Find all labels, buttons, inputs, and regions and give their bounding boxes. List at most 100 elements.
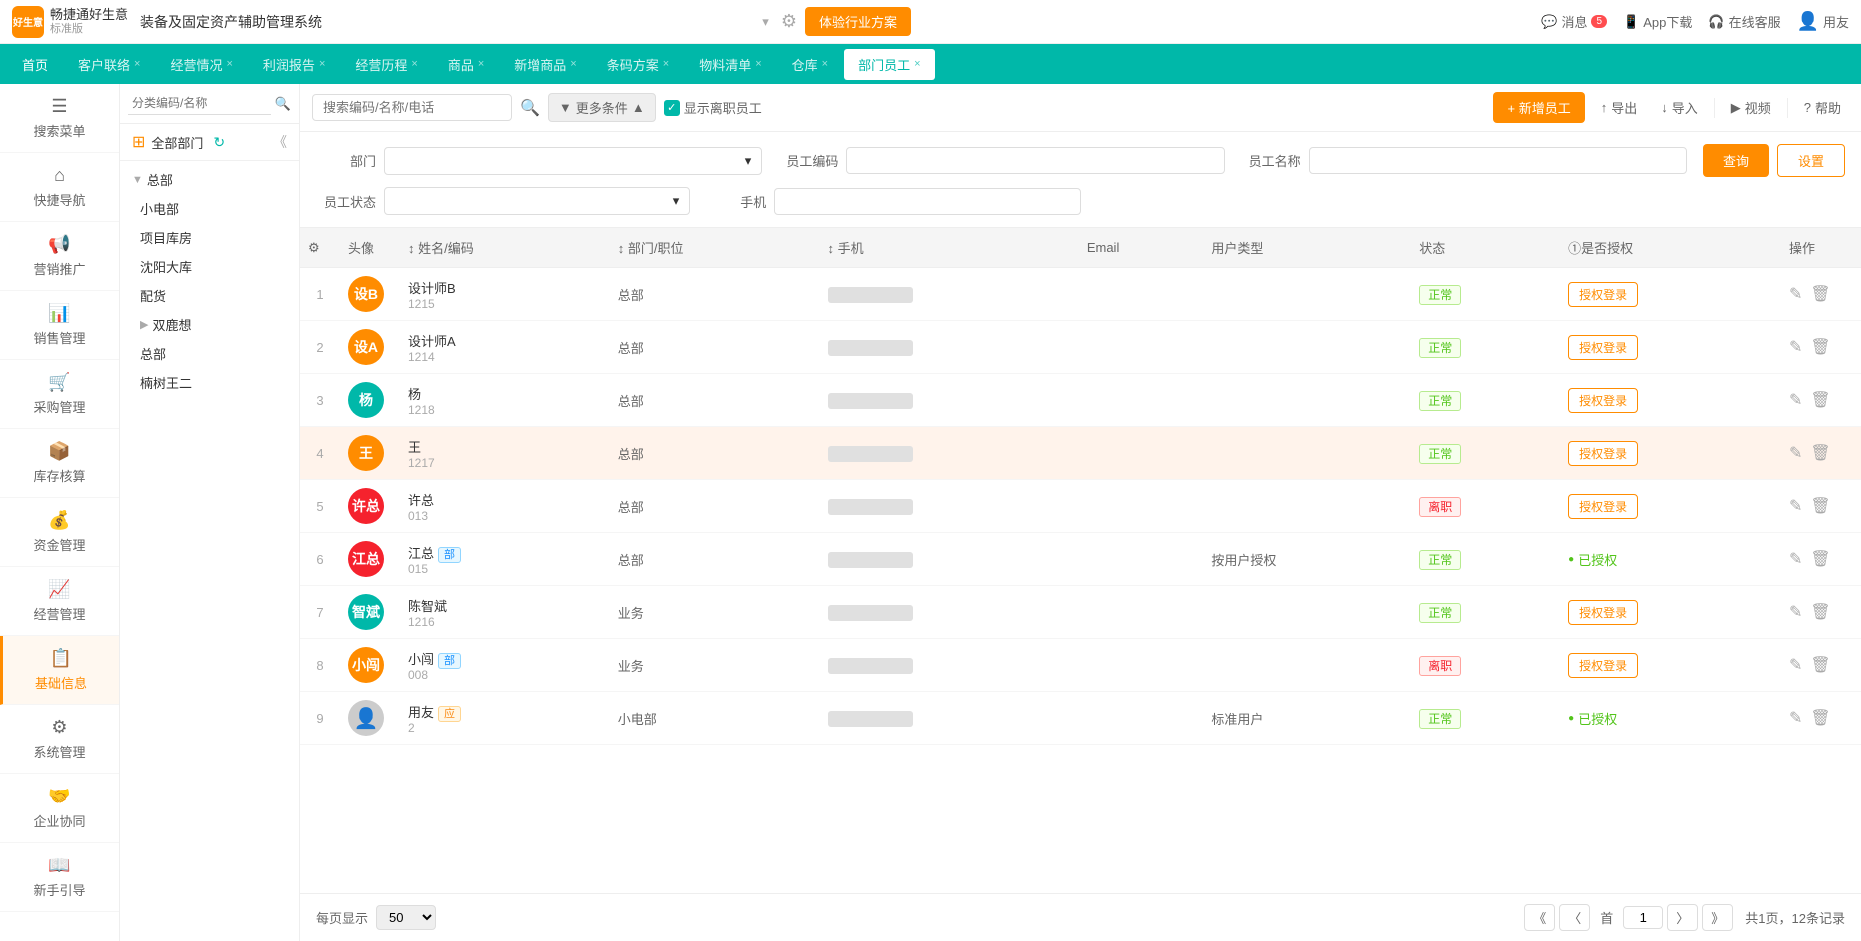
- tree-node-shenyang[interactable]: 沈阳大库: [120, 252, 299, 281]
- nav-tab-bom[interactable]: 物料清单 ×: [685, 49, 775, 80]
- sidebar-item-basic-info[interactable]: 📋 基础信息: [0, 636, 119, 705]
- col-name-code[interactable]: ↕ 姓名/编码: [400, 228, 610, 268]
- dept-select[interactable]: ▾: [384, 147, 762, 175]
- edit-icon[interactable]: ✎: [1789, 390, 1802, 410]
- close-icon[interactable]: ×: [478, 58, 484, 70]
- nav-tab-business[interactable]: 经营情况 ×: [156, 49, 246, 80]
- refresh-icon[interactable]: ↻: [213, 134, 225, 151]
- sidebar-item-collab[interactable]: 🤝 企业协同: [0, 774, 119, 843]
- nav-tab-home[interactable]: 首页: [8, 49, 62, 80]
- add-employee-btn[interactable]: + 新增员工: [1493, 92, 1584, 123]
- import-btn[interactable]: ↓ 导入: [1653, 93, 1706, 122]
- sidebar-item-inventory[interactable]: 📦 库存核算: [0, 429, 119, 498]
- auth-login-btn[interactable]: 授权登录: [1568, 388, 1638, 413]
- delete-icon[interactable]: 🗑: [1810, 337, 1830, 357]
- delete-icon[interactable]: 🗑: [1810, 549, 1830, 569]
- setup-btn[interactable]: 设置: [1777, 144, 1845, 177]
- show-resigned-checkbox[interactable]: ✓ 显示离职员工: [664, 98, 762, 117]
- auth-login-btn[interactable]: 授权登录: [1568, 494, 1638, 519]
- auth-login-btn[interactable]: 授权登录: [1568, 335, 1638, 360]
- tree-search-icon[interactable]: 🔍: [275, 96, 291, 112]
- tree-node-hq[interactable]: 总部: [120, 339, 299, 368]
- close-icon[interactable]: ×: [822, 58, 828, 70]
- nav-tab-new-goods[interactable]: 新增商品 ×: [500, 49, 590, 80]
- edit-icon[interactable]: ✎: [1789, 284, 1802, 304]
- close-icon[interactable]: ×: [319, 58, 325, 70]
- delete-icon[interactable]: 🗑: [1810, 602, 1830, 622]
- online-service-action[interactable]: 🎧 在线客服: [1708, 12, 1780, 31]
- user-action[interactable]: 👤 用友: [1797, 11, 1849, 32]
- edit-icon[interactable]: ✎: [1789, 655, 1802, 675]
- sidebar-item-marketing[interactable]: 📢 营销推广: [0, 222, 119, 291]
- delete-icon[interactable]: 🗑: [1810, 284, 1830, 304]
- tree-node-shuanglu[interactable]: ▶ 双鹿想: [120, 310, 299, 339]
- close-icon[interactable]: ×: [134, 58, 140, 70]
- delete-icon[interactable]: 🗑: [1810, 655, 1830, 675]
- nav-tab-profit[interactable]: 利润报告 ×: [249, 49, 339, 80]
- first-page-btn[interactable]: 《: [1524, 904, 1555, 931]
- tree-node-project-room[interactable]: 项目库房: [120, 223, 299, 252]
- tree-node-electronics[interactable]: 小电部: [120, 194, 299, 223]
- tree-node-general[interactable]: ▼ 总部: [120, 165, 299, 194]
- app-download-action[interactable]: 📱 App下载: [1623, 12, 1692, 31]
- edit-icon[interactable]: ✎: [1789, 708, 1802, 728]
- edit-icon[interactable]: ✎: [1789, 549, 1802, 569]
- col-phone[interactable]: ↕ 手机: [820, 228, 1079, 268]
- prev-page-btn[interactable]: 〈: [1559, 904, 1590, 931]
- auth-login-btn[interactable]: 授权登录: [1568, 282, 1638, 307]
- delete-icon[interactable]: 🗑: [1810, 390, 1830, 410]
- nav-tab-goods[interactable]: 商品 ×: [434, 49, 498, 80]
- sidebar-item-ops[interactable]: 📈 经营管理: [0, 567, 119, 636]
- col-dept-position[interactable]: ↕ 部门/职位: [610, 228, 820, 268]
- close-icon[interactable]: ×: [570, 58, 576, 70]
- sidebar-item-search[interactable]: ☰ 搜索菜单: [0, 84, 119, 153]
- help-btn[interactable]: ? 帮助: [1796, 93, 1849, 122]
- tree-search-input[interactable]: [128, 92, 271, 115]
- auth-login-btn[interactable]: 授权登录: [1568, 441, 1638, 466]
- row-auth[interactable]: 授权登录: [1560, 268, 1781, 321]
- delete-icon[interactable]: 🗑: [1810, 496, 1830, 516]
- row-auth[interactable]: 授权登录: [1560, 480, 1781, 533]
- row-auth[interactable]: 授权登录: [1560, 586, 1781, 639]
- experience-btn[interactable]: 体验行业方案: [805, 7, 911, 36]
- view-btn[interactable]: ▶ 视频: [1723, 93, 1779, 122]
- delete-icon[interactable]: 🗑: [1810, 708, 1830, 728]
- sidebar-item-shortcuts[interactable]: ⌂ 快捷导航: [0, 153, 119, 222]
- auth-login-btn[interactable]: 授权登录: [1568, 653, 1638, 678]
- settings-icon[interactable]: ⚙: [781, 11, 797, 32]
- edit-icon[interactable]: ✎: [1789, 496, 1802, 516]
- nav-tab-dept-staff[interactable]: 部门员工 ×: [844, 49, 934, 80]
- emp-status-select[interactable]: ▾: [384, 187, 690, 215]
- row-auth[interactable]: 授权登录: [1560, 374, 1781, 427]
- page-size-select[interactable]: 50 20 100: [376, 905, 436, 930]
- more-filter-btn[interactable]: ▼ 更多条件 ▲: [548, 93, 656, 122]
- search-input[interactable]: [312, 94, 512, 121]
- sidebar-item-system[interactable]: ⚙ 系统管理: [0, 705, 119, 774]
- sidebar-item-finance[interactable]: 💰 资金管理: [0, 498, 119, 567]
- page-input[interactable]: [1623, 906, 1663, 929]
- nav-tab-barcode[interactable]: 条码方案 ×: [593, 49, 683, 80]
- col-settings[interactable]: ⚙: [300, 228, 340, 268]
- nav-tab-history[interactable]: 经营历程 ×: [341, 49, 431, 80]
- emp-code-input[interactable]: [846, 147, 1224, 174]
- sidebar-item-purchase[interactable]: 🛒 采购管理: [0, 360, 119, 429]
- row-auth[interactable]: 授权登录: [1560, 321, 1781, 374]
- last-page-btn[interactable]: 》: [1702, 904, 1733, 931]
- export-btn[interactable]: ↑ 导出: [1593, 93, 1646, 122]
- tree-node-distribution[interactable]: 配货: [120, 281, 299, 310]
- tree-collapse-icon[interactable]: 《: [273, 132, 287, 152]
- tree-node-nanshuwang[interactable]: 楠树王二: [120, 368, 299, 397]
- edit-icon[interactable]: ✎: [1789, 443, 1802, 463]
- close-icon[interactable]: ×: [226, 58, 232, 70]
- system-dropdown-arrow[interactable]: ▾: [762, 14, 769, 30]
- close-icon[interactable]: ×: [914, 58, 920, 70]
- delete-icon[interactable]: 🗑: [1810, 443, 1830, 463]
- nav-tab-warehouse[interactable]: 仓库 ×: [778, 49, 842, 80]
- row-auth[interactable]: 授权登录: [1560, 427, 1781, 480]
- close-icon[interactable]: ×: [755, 58, 761, 70]
- edit-icon[interactable]: ✎: [1789, 602, 1802, 622]
- close-icon[interactable]: ×: [411, 58, 417, 70]
- sidebar-item-guide[interactable]: 📖 新手引导: [0, 843, 119, 912]
- message-action[interactable]: 💬 消息 5: [1541, 12, 1607, 31]
- phone-input[interactable]: [774, 188, 1080, 215]
